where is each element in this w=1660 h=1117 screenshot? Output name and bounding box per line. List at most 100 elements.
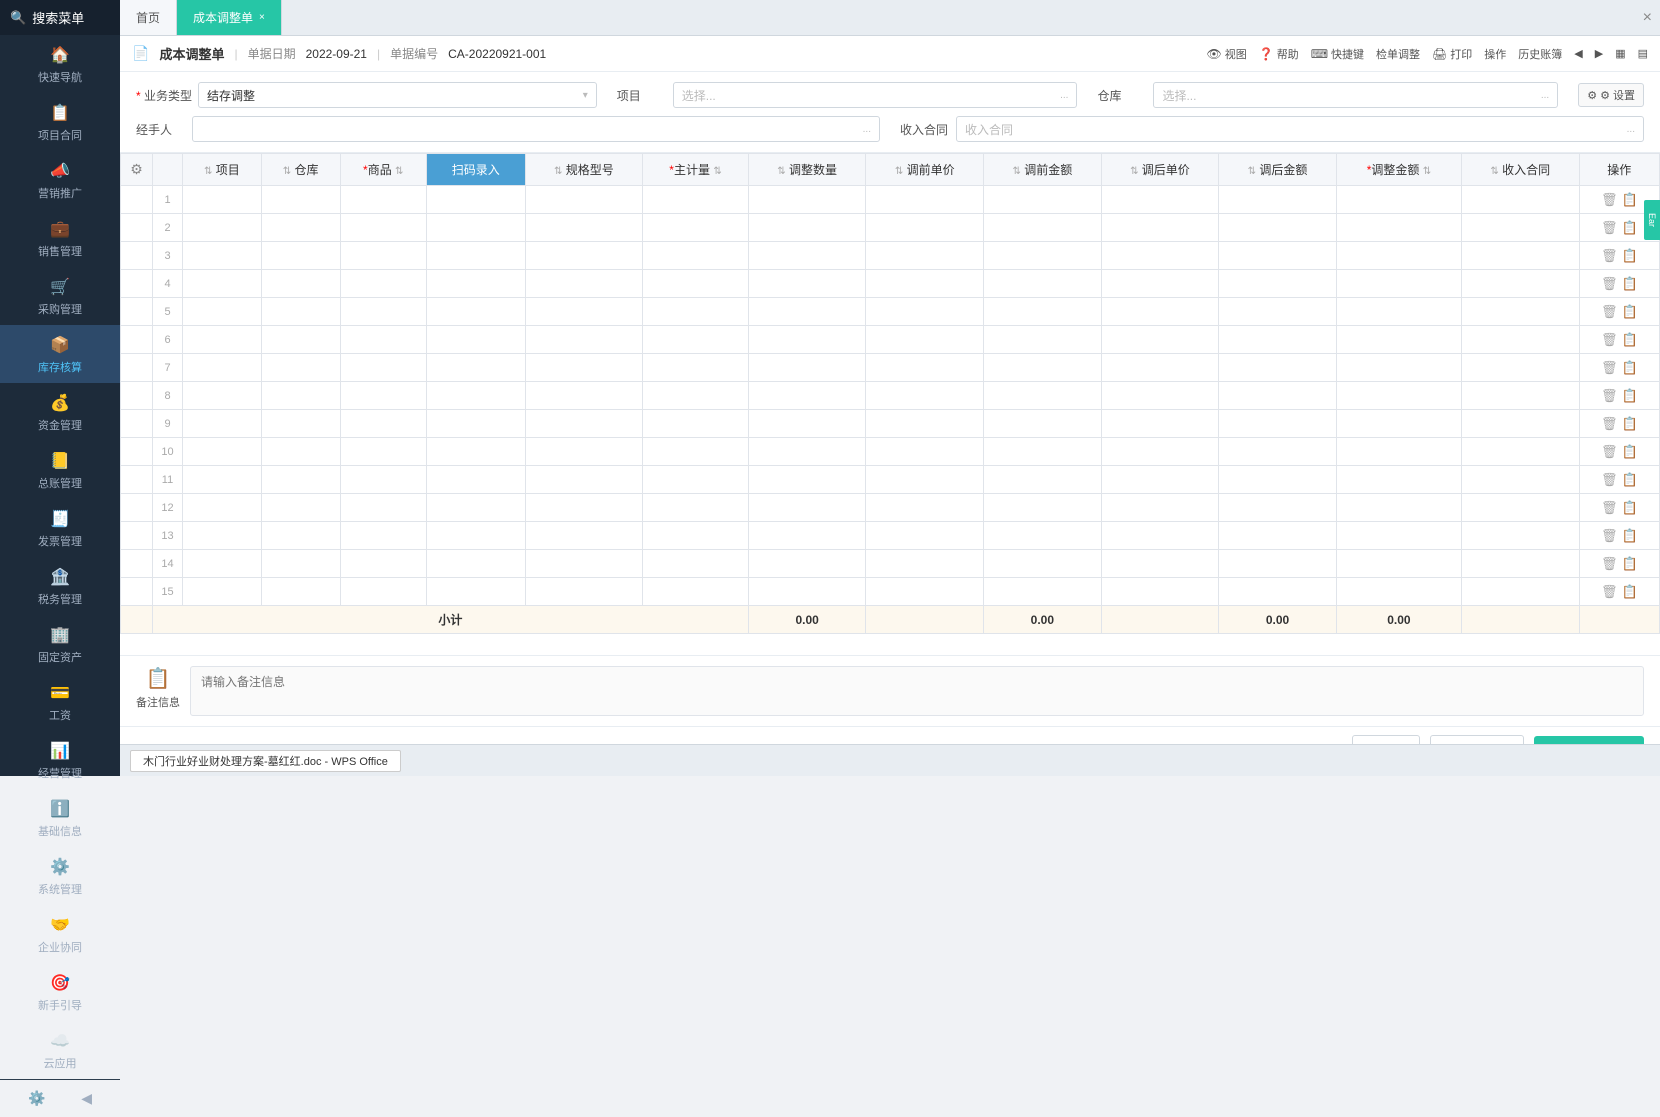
cell-adjust-amount-11[interactable] bbox=[1336, 466, 1461, 494]
cell-before-amount-14[interactable] bbox=[984, 550, 1102, 578]
cell-adjust-amount-5[interactable] bbox=[1336, 298, 1461, 326]
cell-before-amount-13[interactable] bbox=[984, 522, 1102, 550]
cell-before-amount-15[interactable] bbox=[984, 578, 1102, 606]
cell-income-contract-11[interactable] bbox=[1461, 466, 1579, 494]
cell-adjust-amount-2[interactable] bbox=[1336, 214, 1461, 242]
col-after-amount[interactable]: ⇅ 调后金额 bbox=[1219, 154, 1337, 186]
cell-product-11[interactable] bbox=[340, 466, 426, 494]
cell-before-price-4[interactable] bbox=[866, 270, 984, 298]
cell-scan-12[interactable] bbox=[426, 494, 525, 522]
cell-unit-6[interactable] bbox=[643, 326, 749, 354]
cell-adjust-qty-6[interactable] bbox=[748, 326, 866, 354]
cell-adjust-qty-11[interactable] bbox=[748, 466, 866, 494]
copy-icon-13[interactable]: 📋 bbox=[1621, 528, 1637, 544]
cell-before-amount-1[interactable] bbox=[984, 186, 1102, 214]
cell-warehouse-14[interactable] bbox=[261, 550, 340, 578]
copy-icon-1[interactable]: 📋 bbox=[1621, 192, 1637, 208]
cell-spec-9[interactable] bbox=[525, 410, 643, 438]
toolbar-grid1-btn[interactable]: ▦ bbox=[1615, 47, 1625, 60]
delete-icon-5[interactable]: 🗑 bbox=[1601, 304, 1618, 320]
cell-adjust-amount-7[interactable] bbox=[1336, 354, 1461, 382]
cell-scan-2[interactable] bbox=[426, 214, 525, 242]
cell-adjust-qty-5[interactable] bbox=[748, 298, 866, 326]
copy-icon-10[interactable]: 📋 bbox=[1621, 444, 1637, 460]
sidebar-item-cloud-app[interactable]: ☁️ 云应用 bbox=[0, 1021, 120, 1079]
cell-spec-6[interactable] bbox=[525, 326, 643, 354]
col-scan[interactable]: 扫码录入 bbox=[426, 154, 525, 186]
cell-before-price-9[interactable] bbox=[866, 410, 984, 438]
cell-before-price-13[interactable] bbox=[866, 522, 984, 550]
delete-icon-11[interactable]: 🗑 bbox=[1601, 472, 1618, 488]
sidebar-item-purchase-mgmt[interactable]: 🛒 采购管理 bbox=[0, 267, 120, 325]
cell-before-amount-11[interactable] bbox=[984, 466, 1102, 494]
col-income-contract[interactable]: ⇅ 收入合同 bbox=[1461, 154, 1579, 186]
copy-icon-6[interactable]: 📋 bbox=[1621, 332, 1637, 348]
copy-icon-9[interactable]: 📋 bbox=[1621, 416, 1637, 432]
cell-after-amount-2[interactable] bbox=[1219, 214, 1337, 242]
note-icon-box[interactable]: 📋 备注信息 bbox=[136, 666, 180, 710]
cell-income-contract-12[interactable] bbox=[1461, 494, 1579, 522]
cell-before-amount-2[interactable] bbox=[984, 214, 1102, 242]
delete-icon-13[interactable]: 🗑 bbox=[1601, 528, 1618, 544]
cell-adjust-amount-14[interactable] bbox=[1336, 550, 1461, 578]
col-after-price[interactable]: ⇅ 调后单价 bbox=[1101, 154, 1219, 186]
cell-unit-14[interactable] bbox=[643, 550, 749, 578]
cell-project-14[interactable] bbox=[183, 550, 262, 578]
cell-product-3[interactable] bbox=[340, 242, 426, 270]
cell-scan-3[interactable] bbox=[426, 242, 525, 270]
cell-before-amount-7[interactable] bbox=[984, 354, 1102, 382]
cell-adjust-amount-15[interactable] bbox=[1336, 578, 1461, 606]
copy-icon-14[interactable]: 📋 bbox=[1621, 556, 1637, 572]
cell-scan-14[interactable] bbox=[426, 550, 525, 578]
delete-icon-6[interactable]: 🗑 bbox=[1601, 332, 1618, 348]
sidebar-item-fixed-assets[interactable]: 🏢 固定资产 bbox=[0, 615, 120, 673]
cell-after-price-8[interactable] bbox=[1101, 382, 1219, 410]
cell-spec-2[interactable] bbox=[525, 214, 643, 242]
sidebar-item-ledger-mgmt[interactable]: 📒 总账管理 bbox=[0, 441, 120, 499]
copy-icon-8[interactable]: 📋 bbox=[1621, 388, 1637, 404]
note-input[interactable] bbox=[190, 666, 1644, 716]
delete-icon-15[interactable]: 🗑 bbox=[1601, 584, 1618, 600]
cell-warehouse-7[interactable] bbox=[261, 354, 340, 382]
col-unit[interactable]: *主计量 ⇅ bbox=[643, 154, 749, 186]
cell-warehouse-15[interactable] bbox=[261, 578, 340, 606]
settings-btn[interactable]: ⚙ ⚙ 设置 bbox=[1578, 83, 1644, 107]
sidebar-search[interactable]: 🔍 搜索菜单 bbox=[0, 0, 120, 35]
col-adjust-qty[interactable]: ⇅ 调整数量 bbox=[748, 154, 866, 186]
delete-icon-1[interactable]: 🗑 bbox=[1601, 192, 1618, 208]
cell-before-price-15[interactable] bbox=[866, 578, 984, 606]
cell-before-price-14[interactable] bbox=[866, 550, 984, 578]
cell-after-price-4[interactable] bbox=[1101, 270, 1219, 298]
cell-before-amount-3[interactable] bbox=[984, 242, 1102, 270]
copy-icon-11[interactable]: 📋 bbox=[1621, 472, 1637, 488]
cell-product-15[interactable] bbox=[340, 578, 426, 606]
cell-scan-7[interactable] bbox=[426, 354, 525, 382]
cell-unit-12[interactable] bbox=[643, 494, 749, 522]
toolbar-shortcuts-btn[interactable]: ⌨ 快捷键 bbox=[1311, 46, 1364, 62]
cell-after-price-15[interactable] bbox=[1101, 578, 1219, 606]
delete-icon-12[interactable]: 🗑 bbox=[1601, 500, 1618, 516]
delete-icon-8[interactable]: 🗑 bbox=[1601, 388, 1618, 404]
cell-after-amount-4[interactable] bbox=[1219, 270, 1337, 298]
cell-before-price-2[interactable] bbox=[866, 214, 984, 242]
cell-income-contract-15[interactable] bbox=[1461, 578, 1579, 606]
sidebar-item-basic-info[interactable]: ℹ️ 基础信息 bbox=[0, 789, 120, 847]
col-warehouse[interactable]: ⇅ 仓库 bbox=[261, 154, 340, 186]
cell-product-8[interactable] bbox=[340, 382, 426, 410]
cell-before-amount-12[interactable] bbox=[984, 494, 1102, 522]
cell-scan-6[interactable] bbox=[426, 326, 525, 354]
cell-income-contract-3[interactable] bbox=[1461, 242, 1579, 270]
cell-after-amount-1[interactable] bbox=[1219, 186, 1337, 214]
cell-spec-13[interactable] bbox=[525, 522, 643, 550]
cell-unit-1[interactable] bbox=[643, 186, 749, 214]
biz-type-input[interactable]: 结存调整 ▾ bbox=[198, 82, 597, 108]
cell-project-15[interactable] bbox=[183, 578, 262, 606]
col-spec[interactable]: ⇅ 规格型号 bbox=[525, 154, 643, 186]
toolbar-history-btn[interactable]: 历史账簿 bbox=[1518, 46, 1562, 62]
col-product[interactable]: *商品 ⇅ bbox=[340, 154, 426, 186]
cell-project-2[interactable] bbox=[183, 214, 262, 242]
cell-income-contract-13[interactable] bbox=[1461, 522, 1579, 550]
cell-project-4[interactable] bbox=[183, 270, 262, 298]
cell-scan-11[interactable] bbox=[426, 466, 525, 494]
cell-adjust-qty-2[interactable] bbox=[748, 214, 866, 242]
